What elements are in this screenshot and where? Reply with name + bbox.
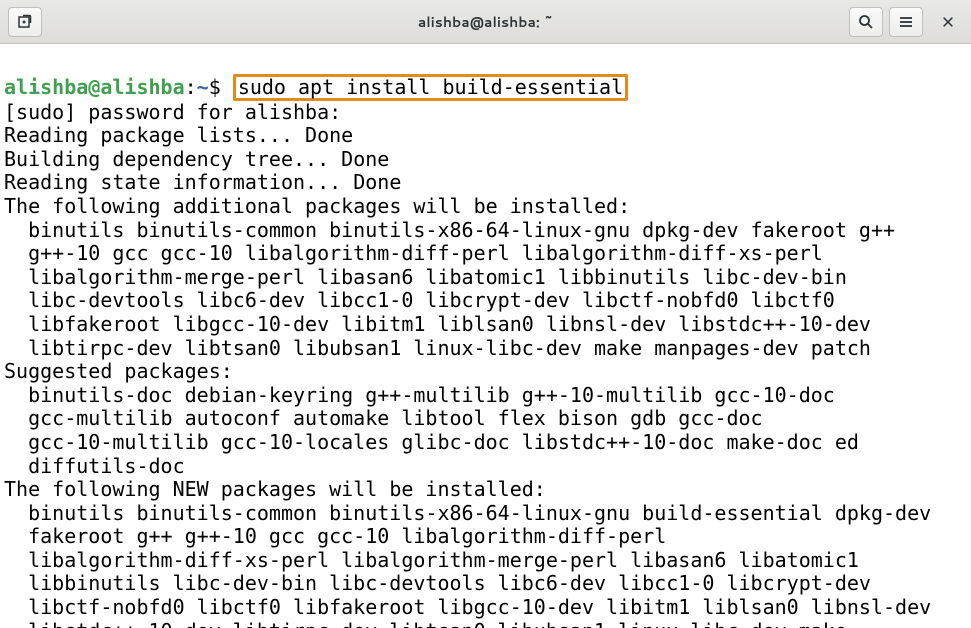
terminal-output: [sudo] password for alishba:Reading pack… (4, 101, 967, 628)
output-line: binutils binutils-common binutils-x86-64… (4, 502, 967, 526)
output-line: libalgorithm-diff-xs-perl libalgorithm-m… (4, 549, 967, 573)
output-line: libbinutils libc-dev-bin libc-devtools l… (4, 572, 967, 596)
output-line: libstdc++-10-dev libtirpc-dev libtsan0 l… (4, 620, 967, 628)
output-line: The following additional packages will b… (4, 195, 967, 219)
output-line: [sudo] password for alishba: (4, 101, 967, 125)
output-line: libalgorithm-merge-perl libasan6 libatom… (4, 266, 967, 290)
new-tab-button[interactable] (8, 7, 42, 37)
output-line: libctf-nobfd0 libctf0 libfakeroot libgcc… (4, 596, 967, 620)
hamburger-menu-icon (898, 14, 914, 30)
prompt-path: ~ (197, 75, 209, 99)
window-titlebar: alishba@alishba: ~ (0, 0, 971, 44)
highlighted-command: sudo apt install build-essential (233, 74, 628, 101)
output-line: fakeroot g++ g++-10 gcc gcc-10 libalgori… (4, 525, 967, 549)
output-line: libc-devtools libc6-dev libcc1-0 libcryp… (4, 289, 967, 313)
output-line: Building dependency tree... Done (4, 148, 967, 172)
close-icon (941, 15, 955, 29)
output-line: diffutils-doc (4, 455, 967, 479)
output-line: g++-10 gcc gcc-10 libalgorithm-diff-perl… (4, 242, 967, 266)
close-button[interactable] (933, 7, 963, 37)
prompt-userhost: alishba@alishba (4, 75, 185, 99)
output-line: The following NEW packages will be insta… (4, 478, 967, 502)
output-line: binutils binutils-common binutils-x86-64… (4, 219, 967, 243)
search-button[interactable] (849, 7, 883, 37)
prompt-line: alishba@alishba:~$ sudo apt install buil… (4, 75, 628, 99)
output-line: Reading state information... Done (4, 171, 967, 195)
prompt-dollar: $ (209, 75, 233, 99)
output-line: gcc-multilib autoconf automake libtool f… (4, 407, 967, 431)
new-tab-icon (17, 14, 33, 30)
output-line: libfakeroot libgcc-10-dev libitm1 liblsa… (4, 313, 967, 337)
terminal-content[interactable]: alishba@alishba:~$ sudo apt install buil… (0, 44, 971, 628)
menu-button[interactable] (889, 7, 923, 37)
output-line: Reading package lists... Done (4, 124, 967, 148)
output-line: libtirpc-dev libtsan0 libubsan1 linux-li… (4, 337, 967, 361)
output-line: Suggested packages: (4, 360, 967, 384)
prompt-colon: : (185, 75, 197, 99)
output-line: gcc-10-multilib gcc-10-locales glibc-doc… (4, 431, 967, 455)
output-line: binutils-doc debian-keyring g++-multilib… (4, 384, 967, 408)
search-icon (858, 14, 874, 30)
window-title: alishba@alishba: ~ (418, 12, 553, 32)
